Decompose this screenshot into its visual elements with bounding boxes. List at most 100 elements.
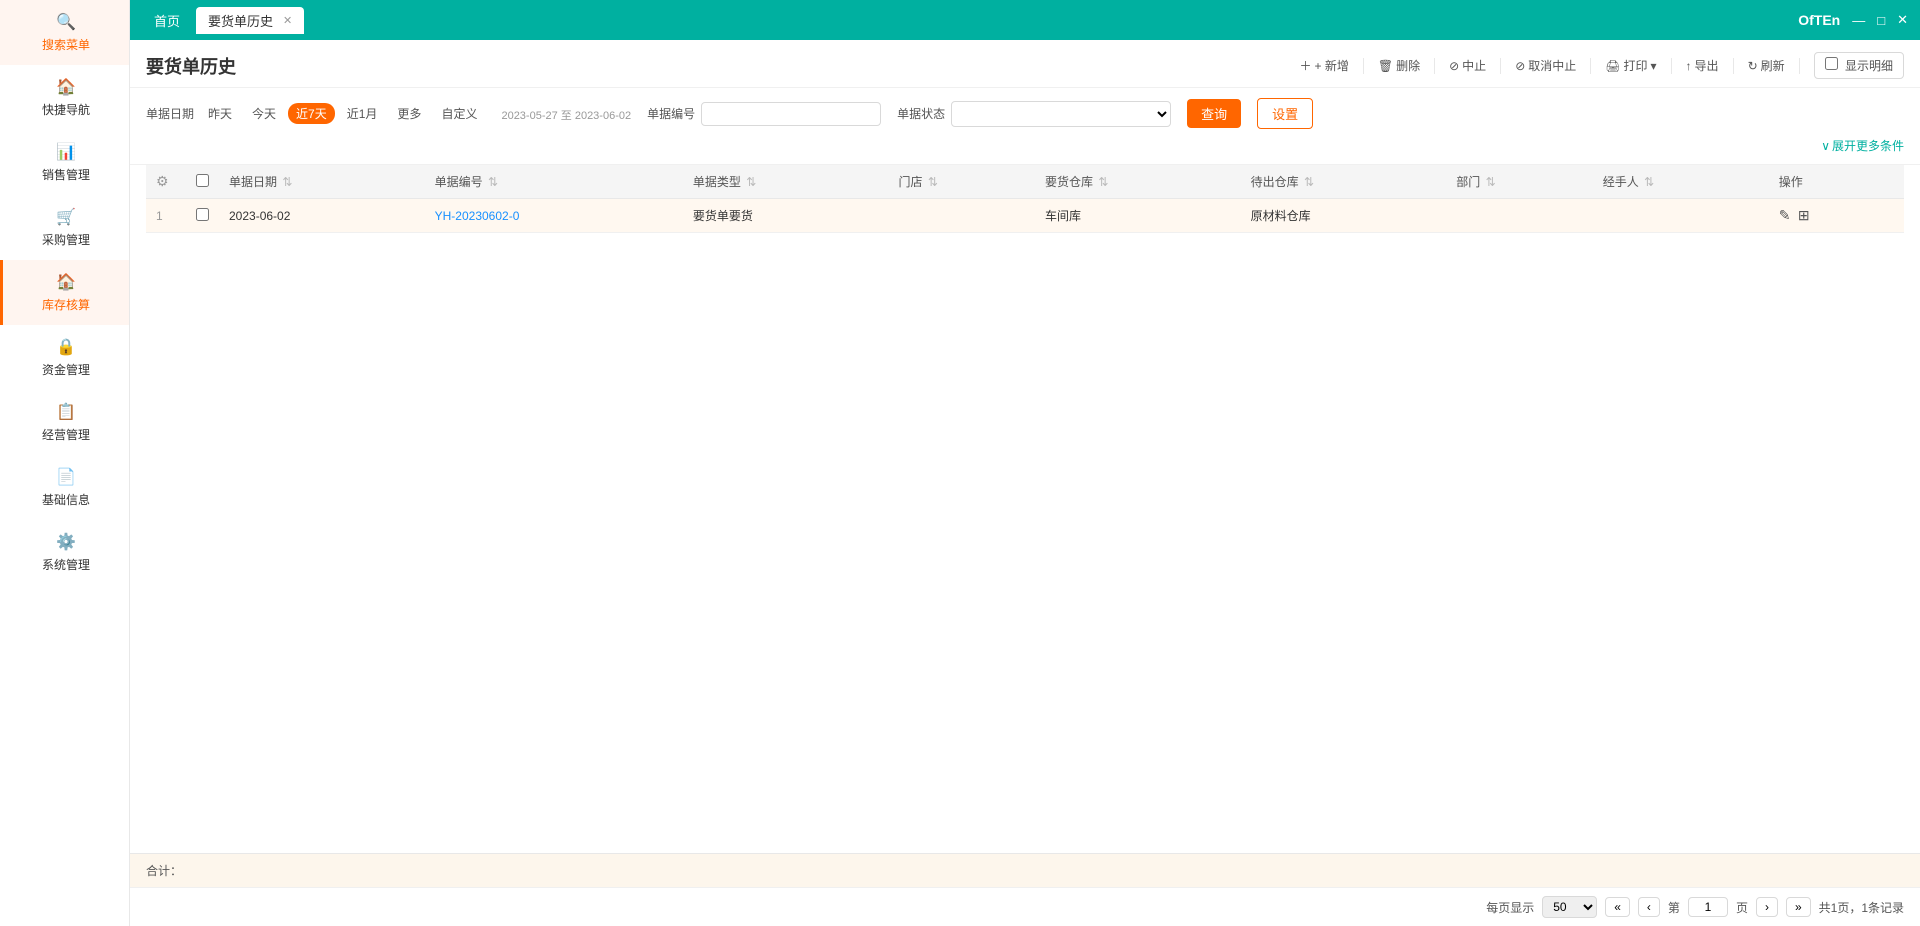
prev-page-button[interactable]: ‹ <box>1638 897 1660 917</box>
per-page-select[interactable]: 50 10 20 100 <box>1542 896 1597 918</box>
divider-7 <box>1799 58 1800 74</box>
td-date: 2023-06-02 <box>219 199 425 233</box>
table-header: ⚙ 单据日期 ⇅ 单据编号 ⇅ <box>146 165 1904 199</box>
sidebar-item-finance[interactable]: 🔒 资金管理 <box>0 325 129 390</box>
brand-label: OfTEn <box>1798 12 1840 28</box>
date-btn-more[interactable]: 更多 <box>389 103 429 124</box>
cancel-stop-icon: ⊘ <box>1515 59 1525 73</box>
date-btn-1month[interactable]: 近1月 <box>339 103 386 124</box>
td-action: ✎ ⊞ <box>1769 199 1904 233</box>
page-label: 第 <box>1668 899 1680 916</box>
td-department <box>1446 199 1592 233</box>
column-settings-icon[interactable]: ⚙ <box>156 173 169 189</box>
row-checkbox[interactable] <box>196 208 209 221</box>
row-more-icon[interactable]: ⊞ <box>1798 207 1810 223</box>
date-filter-group: 单据日期 昨天 今天 近7天 近1月 更多 自定义 <box>146 103 485 124</box>
docno-filter-label: 单据编号 <box>647 105 695 122</box>
th-checkbox <box>186 165 219 199</box>
summary-label: 合计： <box>146 864 182 878</box>
sidebar-item-search[interactable]: 🔍 搜索菜单 <box>0 0 129 65</box>
divider-6 <box>1733 58 1734 74</box>
sort-department-icon[interactable]: ⇅ <box>1486 175 1496 189</box>
filter-row-2: ∨ 展开更多条件 <box>146 137 1904 154</box>
refresh-button[interactable]: ↻ 刷新 <box>1748 57 1785 74</box>
sort-doctype-icon[interactable]: ⇅ <box>746 175 756 189</box>
date-buttons: 昨天 今天 近7天 近1月 更多 自定义 <box>200 103 485 124</box>
stop-button[interactable]: ⊘ 中止 <box>1449 57 1486 74</box>
row-edit-icon[interactable]: ✎ <box>1779 207 1791 223</box>
main-area: 首页 要货单历史 ✕ OfTEn — □ ✕ 要货单历史 ＋ + 新增 🗑 <box>130 0 1920 926</box>
tab-requisition-history[interactable]: 要货单历史 ✕ <box>196 7 304 34</box>
total-info: 共1页，1条记录 <box>1819 899 1904 916</box>
sidebar-item-basicinfo[interactable]: 📄 基础信息 <box>0 455 129 520</box>
last-page-button[interactable]: » <box>1786 897 1811 917</box>
sort-req-warehouse-icon[interactable]: ⇅ <box>1098 175 1108 189</box>
divider-1 <box>1363 58 1364 74</box>
divider-3 <box>1500 58 1501 74</box>
sidebar-item-purchase[interactable]: 🛒 采购管理 <box>0 195 129 260</box>
data-table: ⚙ 单据日期 ⇅ 单据编号 ⇅ <box>146 165 1904 233</box>
system-icon: ⚙️ <box>56 532 76 552</box>
delete-button[interactable]: 🗑 删除 <box>1378 57 1420 74</box>
sidebar-item-system[interactable]: ⚙️ 系统管理 <box>0 520 129 585</box>
sort-docno-icon[interactable]: ⇅ <box>488 175 498 189</box>
table-container: ⚙ 单据日期 ⇅ 单据编号 ⇅ <box>130 165 1920 853</box>
sidebar-item-quicknav[interactable]: 🏠 快捷导航 <box>0 65 129 130</box>
td-handler <box>1593 199 1769 233</box>
operation-icon: 📋 <box>56 402 76 422</box>
window-maximize[interactable]: □ <box>1877 13 1885 28</box>
sort-date-icon[interactable]: ⇅ <box>282 175 292 189</box>
date-btn-custom[interactable]: 自定义 <box>433 103 485 124</box>
sort-handler-icon[interactable]: ⇅ <box>1644 175 1654 189</box>
th-store: 门店 ⇅ <box>888 165 1034 199</box>
docno-link[interactable]: YH-20230602-0 <box>435 209 520 223</box>
display-detail-button[interactable]: 显示明细 <box>1814 52 1904 79</box>
sidebar-item-sales[interactable]: 📊 销售管理 <box>0 130 129 195</box>
date-btn-yesterday[interactable]: 昨天 <box>200 103 240 124</box>
page-input[interactable] <box>1688 897 1728 917</box>
sort-pending-warehouse-icon[interactable]: ⇅ <box>1304 175 1314 189</box>
toolbar: ＋ + 新增 🗑 删除 ⊘ 中止 ⊘ 取消中止 <box>1300 52 1905 79</box>
select-all-checkbox[interactable] <box>196 174 209 187</box>
th-req-warehouse: 要货仓库 ⇅ <box>1035 165 1241 199</box>
display-detail-checkbox[interactable] <box>1825 57 1838 70</box>
stop-icon: ⊘ <box>1449 59 1459 73</box>
inventory-icon: 🏠 <box>56 272 76 292</box>
sidebar-item-operation[interactable]: 📋 经营管理 <box>0 390 129 455</box>
pagination: 每页显示 50 10 20 100 « ‹ 第 页 › » 共1页，1条记录 <box>130 887 1920 926</box>
th-doctype: 单据类型 ⇅ <box>683 165 889 199</box>
divider-2 <box>1434 58 1435 74</box>
tab-home[interactable]: 首页 <box>142 7 192 34</box>
th-department: 部门 ⇅ <box>1446 165 1592 199</box>
window-close[interactable]: ✕ <box>1897 12 1908 28</box>
query-button[interactable]: 查询 <box>1187 99 1241 128</box>
refresh-icon: ↻ <box>1748 59 1758 73</box>
date-btn-today[interactable]: 今天 <box>244 103 284 124</box>
docno-filter-input[interactable] <box>701 102 881 126</box>
window-minimize[interactable]: — <box>1852 13 1865 28</box>
tab-close-button[interactable]: ✕ <box>283 14 292 27</box>
print-button[interactable]: 🖨 打印 ▾ <box>1605 57 1656 74</box>
basicinfo-icon: 📄 <box>56 467 76 487</box>
sort-store-icon[interactable]: ⇅ <box>928 175 938 189</box>
next-page-button[interactable]: › <box>1756 897 1778 917</box>
status-filter-select[interactable] <box>951 101 1171 127</box>
first-page-button[interactable]: « <box>1605 897 1630 917</box>
export-button[interactable]: ↑ 导出 <box>1686 57 1719 74</box>
td-checkbox <box>186 199 219 233</box>
date-range-display: 2023-05-27 至 2023-06-02 <box>501 105 631 123</box>
topbar: 首页 要货单历史 ✕ OfTEn — □ ✕ <box>130 0 1920 40</box>
page-suffix: 页 <box>1736 899 1748 916</box>
date-btn-7days[interactable]: 近7天 <box>288 103 335 124</box>
settings-button[interactable]: 设置 <box>1257 98 1313 129</box>
page-title: 要货单历史 <box>146 53 236 79</box>
add-button[interactable]: ＋ + 新增 <box>1300 57 1349 74</box>
per-page-label: 每页显示 <box>1486 899 1534 916</box>
cancel-stop-button[interactable]: ⊘ 取消中止 <box>1515 57 1576 74</box>
expand-conditions-button[interactable]: ∨ 展开更多条件 <box>1821 137 1904 154</box>
add-icon: ＋ <box>1300 57 1312 74</box>
quick-nav-icon: 🏠 <box>56 77 76 97</box>
th-date: 单据日期 ⇅ <box>219 165 425 199</box>
search-menu-icon: 🔍 <box>56 12 76 32</box>
sidebar-item-inventory[interactable]: 🏠 库存核算 <box>0 260 129 325</box>
